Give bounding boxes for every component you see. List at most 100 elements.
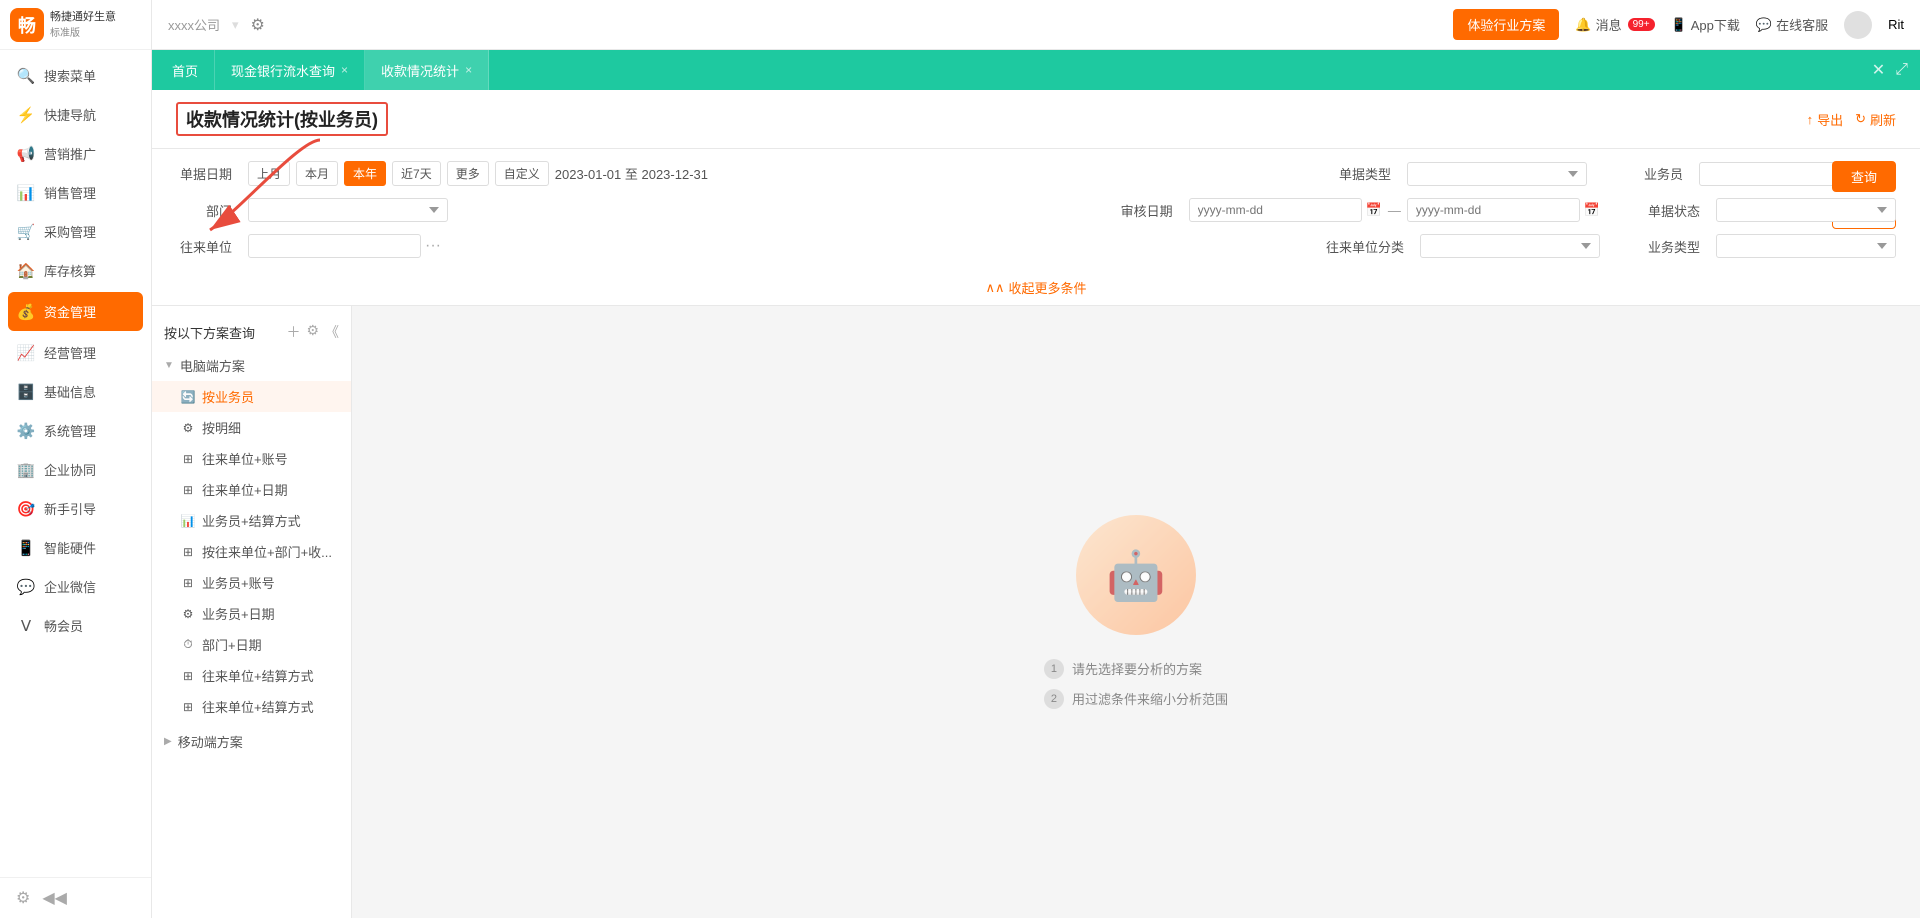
sidebar-label-search: 搜索菜单 xyxy=(44,66,96,85)
online-service-btn[interactable]: 💬 在线客服 xyxy=(1756,15,1828,34)
tab-bank-flow-close[interactable]: × xyxy=(341,63,348,77)
company-name: xxxx公司 xyxy=(168,15,220,34)
marketing-icon: 📢 xyxy=(16,145,36,163)
sidebar-item-guide[interactable]: 🎯 新手引导 xyxy=(0,489,151,528)
trial-btn[interactable]: 体验行业方案 xyxy=(1453,9,1559,40)
tip-text-2: 用过滤条件来缩小分析范围 xyxy=(1072,689,1228,708)
sidebar-item-inventory[interactable]: 🏠 库存核算 xyxy=(0,251,151,290)
partner-cat-select[interactable] xyxy=(1420,234,1600,258)
tab-collection-stats[interactable]: 收款情况统计 × xyxy=(365,50,489,90)
review-date-to[interactable] xyxy=(1407,198,1580,222)
sidebar-item-wechat[interactable]: 💬 企业微信 xyxy=(0,567,151,606)
date-label: 单据日期 xyxy=(176,164,232,183)
sidebar-item-hardware[interactable]: 📱 智能硬件 xyxy=(0,528,151,567)
date-tab-more[interactable]: 更多 xyxy=(447,161,489,186)
filter-row-1: 单据日期 上月 本月 本年 近7天 更多 自定义 2023-01-01 至 20… xyxy=(176,161,1896,186)
sidebar-item-finance[interactable]: 💰 资金管理 xyxy=(8,292,143,331)
sidebar-item-system[interactable]: ⚙️ 系统管理 xyxy=(0,411,151,450)
calendar-to-icon[interactable]: 📅 xyxy=(1584,202,1600,218)
sidebar-item-search[interactable]: 🔍 搜索菜单 xyxy=(0,56,151,95)
partner-more-btn[interactable]: ··· xyxy=(421,237,445,255)
partner-input[interactable] xyxy=(248,234,421,258)
sidebar-nav: 🔍 搜索菜单 ⚡ 快捷导航 📢 营销推广 📊 销售管理 🛒 采购管理 🏠 库存核… xyxy=(0,50,151,877)
collapse-more-btn[interactable]: ∧∧ 收起更多条件 xyxy=(176,270,1896,305)
topbar: xxxx公司 ▾ ⚙ 体验行业方案 🔔 消息 99+ 📱 App下载 💬 在线客… xyxy=(152,0,1920,50)
scheme-item-partner-settlement2[interactable]: ⊞ 往来单位+结算方式 xyxy=(152,691,351,722)
sidebar: 畅 畅捷通好生意 标准版 🔍 搜索菜单 ⚡ 快捷导航 📢 营销推广 📊 销售管理… xyxy=(0,0,152,918)
refresh-icon: ↻ xyxy=(1855,111,1866,127)
sidebar-item-marketing[interactable]: 📢 营销推广 xyxy=(0,134,151,173)
sidebar-collapse-icon[interactable]: ◀◀ xyxy=(42,888,67,908)
scheme-item-salesperson-settlement[interactable]: 📊 业务员+结算方式 xyxy=(152,505,351,536)
tab-home-label: 首页 xyxy=(172,61,198,80)
empty-illustration: 🤖 xyxy=(1076,515,1196,635)
sidebar-item-purchase[interactable]: 🛒 采购管理 xyxy=(0,212,151,251)
empty-state: 🤖 1 请先选择要分析的方案 2 用过滤条件来缩小分析范围 xyxy=(352,306,1920,918)
sidebar-item-operations[interactable]: 📈 经营管理 xyxy=(0,333,151,372)
scheme-group-label: 电脑端方案 xyxy=(180,356,245,375)
date-tab-7days[interactable]: 近7天 xyxy=(392,161,441,186)
doctype-select[interactable] xyxy=(1407,162,1587,186)
date-tab-custom[interactable]: 自定义 xyxy=(495,161,549,186)
scheme-item-salesperson-date[interactable]: ⚙ 业务员+日期 xyxy=(152,598,351,629)
notification-btn[interactable]: 🔔 消息 99+ xyxy=(1575,15,1654,34)
date-tab-thisyear[interactable]: 本年 xyxy=(344,161,386,186)
scheme-item-partner-account[interactable]: ⊞ 往来单位+账号 xyxy=(152,443,351,474)
empty-tip-2: 2 用过滤条件来缩小分析范围 xyxy=(1044,689,1228,709)
sidebar-logo: 畅 畅捷通好生意 标准版 xyxy=(0,0,151,50)
scheme-item-by-salesperson[interactable]: 🔄 按业务员 xyxy=(152,381,351,412)
docstatus-select[interactable] xyxy=(1716,198,1896,222)
sidebar-item-quicknav[interactable]: ⚡ 快捷导航 xyxy=(0,95,151,134)
query-btn[interactable]: 查询 xyxy=(1832,161,1896,192)
window-maximize-btn[interactable]: ⤢ xyxy=(1895,61,1908,79)
topbar-settings-icon[interactable]: ⚙ xyxy=(251,15,265,35)
user-avatar[interactable] xyxy=(1844,11,1872,39)
sidebar-item-member[interactable]: Ⅴ 畅会员 xyxy=(0,606,151,645)
member-icon: Ⅴ xyxy=(16,617,36,635)
content: 单据日期 上月 本月 本年 近7天 更多 自定义 2023-01-01 至 20… xyxy=(152,149,1920,918)
left-panel-collapse-btn[interactable]: 《 xyxy=(325,322,339,342)
body-area: 按以下方案查询 ＋ ⚙ 《 ▼ 电脑端方案 🔄 按业务员 xyxy=(152,306,1920,918)
scheme-label-salesperson-settlement: 业务员+结算方式 xyxy=(202,511,301,530)
scheme-item-salesperson-account[interactable]: ⊞ 业务员+账号 xyxy=(152,567,351,598)
scheme-item-partner-dept-collect[interactable]: ⊞ 按往来单位+部门+收... xyxy=(152,536,351,567)
scheme-item-by-detail[interactable]: ⚙ 按明细 xyxy=(152,412,351,443)
sidebar-settings-icon[interactable]: ⚙ xyxy=(16,888,30,908)
window-close-btn[interactable]: ✕ xyxy=(1872,60,1885,80)
left-panel-add-btn[interactable]: ＋ xyxy=(286,322,300,342)
tab-collection-stats-close[interactable]: × xyxy=(465,63,472,77)
sidebar-item-basicinfo[interactable]: 🗄️ 基础信息 xyxy=(0,372,151,411)
app-download-btn[interactable]: 📱 App下载 xyxy=(1671,15,1740,34)
date-tab-thismonth[interactable]: 本月 xyxy=(296,161,338,186)
scheme-item-partner-date[interactable]: ⊞ 往来单位+日期 xyxy=(152,474,351,505)
export-btn[interactable]: ↑ 导出 xyxy=(1807,110,1844,129)
quicknav-icon: ⚡ xyxy=(16,106,36,124)
scheme-label-partner-account: 往来单位+账号 xyxy=(202,449,288,468)
scheme-group-mobile-header[interactable]: ▶ 移动端方案 xyxy=(152,726,351,757)
scheme-group-desktop-header[interactable]: ▼ 电脑端方案 xyxy=(152,350,351,381)
sidebar-label-system: 系统管理 xyxy=(44,421,96,440)
operations-icon: 📈 xyxy=(16,344,36,362)
enterprise-icon: 🏢 xyxy=(16,461,36,479)
finance-icon: 💰 xyxy=(16,303,36,321)
biztype-select[interactable] xyxy=(1716,234,1896,258)
review-date-from[interactable] xyxy=(1189,198,1362,222)
review-date-label: 审核日期 xyxy=(1117,201,1173,220)
filter-row-3: 往来单位 ··· 往来单位分类 业务类型 xyxy=(176,234,1896,258)
page-actions: ↑ 导出 ↻ 刷新 xyxy=(1807,110,1896,129)
scheme-item-partner-settlement1[interactable]: ⊞ 往来单位+结算方式 xyxy=(152,660,351,691)
calendar-from-icon[interactable]: 📅 xyxy=(1366,202,1382,218)
sidebar-item-enterprise[interactable]: 🏢 企业协同 xyxy=(0,450,151,489)
scheme-item-dept-date[interactable]: ⏱ 部门+日期 xyxy=(152,629,351,660)
date-tab-lastmonth[interactable]: 上月 xyxy=(248,161,290,186)
refresh-btn[interactable]: ↻ 刷新 xyxy=(1855,110,1896,129)
tab-bank-flow[interactable]: 现金银行流水查询 × xyxy=(215,50,365,90)
online-service-icon: 💬 xyxy=(1756,17,1772,33)
sidebar-label-purchase: 采购管理 xyxy=(44,222,96,241)
sidebar-label-guide: 新手引导 xyxy=(44,499,96,518)
sidebar-item-sales[interactable]: 📊 销售管理 xyxy=(0,173,151,212)
left-panel-settings-btn[interactable]: ⚙ xyxy=(306,322,319,342)
dept-select[interactable] xyxy=(248,198,448,222)
tab-home[interactable]: 首页 xyxy=(152,50,215,90)
scheme-icon-salesperson: 🔄 xyxy=(180,389,196,405)
